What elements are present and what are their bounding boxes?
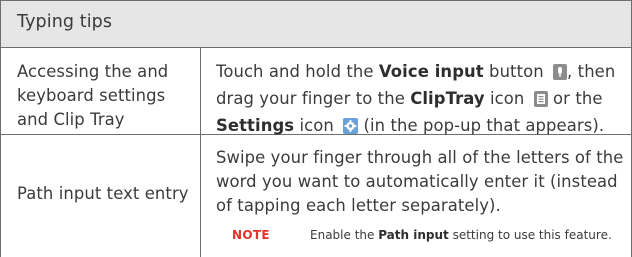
row-label-line: keyboard settings — [17, 86, 166, 105]
border-header-bottom — [0, 47, 632, 48]
row-label-line: Accessing the and — [17, 62, 169, 81]
row-desc-path-input: Swipe your finger through all of the let… — [216, 146, 628, 218]
note-label: NOTE — [232, 228, 270, 242]
table-title: Typing tips — [17, 12, 113, 32]
row-label-keyboard-settings: Accessing the and keyboard settings and … — [17, 60, 197, 132]
row-label-path-input: Path input text entry — [17, 184, 189, 203]
border-top — [0, 0, 632, 1]
settings-term: Settings — [216, 116, 295, 135]
cliptray-icon — [533, 90, 548, 114]
row-label-line: and Clip Tray — [17, 110, 125, 129]
border-column-divider — [200, 47, 201, 257]
desc-line-1: Touch and hold the Voice input button , … — [216, 60, 628, 87]
desc-line-2: drag your finger to the ClipTray icon or… — [216, 87, 628, 114]
desc-line: Swipe your finger through all of the let… — [216, 148, 624, 167]
border-left — [0, 0, 1, 257]
microphone-icon — [553, 63, 568, 87]
desc-line: of tapping each letter separately). — [216, 196, 501, 215]
desc-line-3: Settings icon (in the pop-up that appear… — [216, 114, 628, 141]
typing-tips-table: Typing tips Accessing the and keyboard s… — [0, 0, 632, 257]
table-header: Typing tips — [0, 0, 632, 47]
voice-input-term: Voice input — [378, 62, 484, 81]
cliptray-term: ClipTray — [410, 89, 485, 108]
row-desc-keyboard-settings: Touch and hold the Voice input button , … — [216, 60, 628, 141]
path-input-term: Path input — [378, 228, 449, 242]
desc-line: word you want to automatically enter it … — [216, 172, 618, 191]
note-text: Enable the Path input setting to use thi… — [310, 228, 612, 242]
settings-gear-icon — [343, 117, 359, 141]
